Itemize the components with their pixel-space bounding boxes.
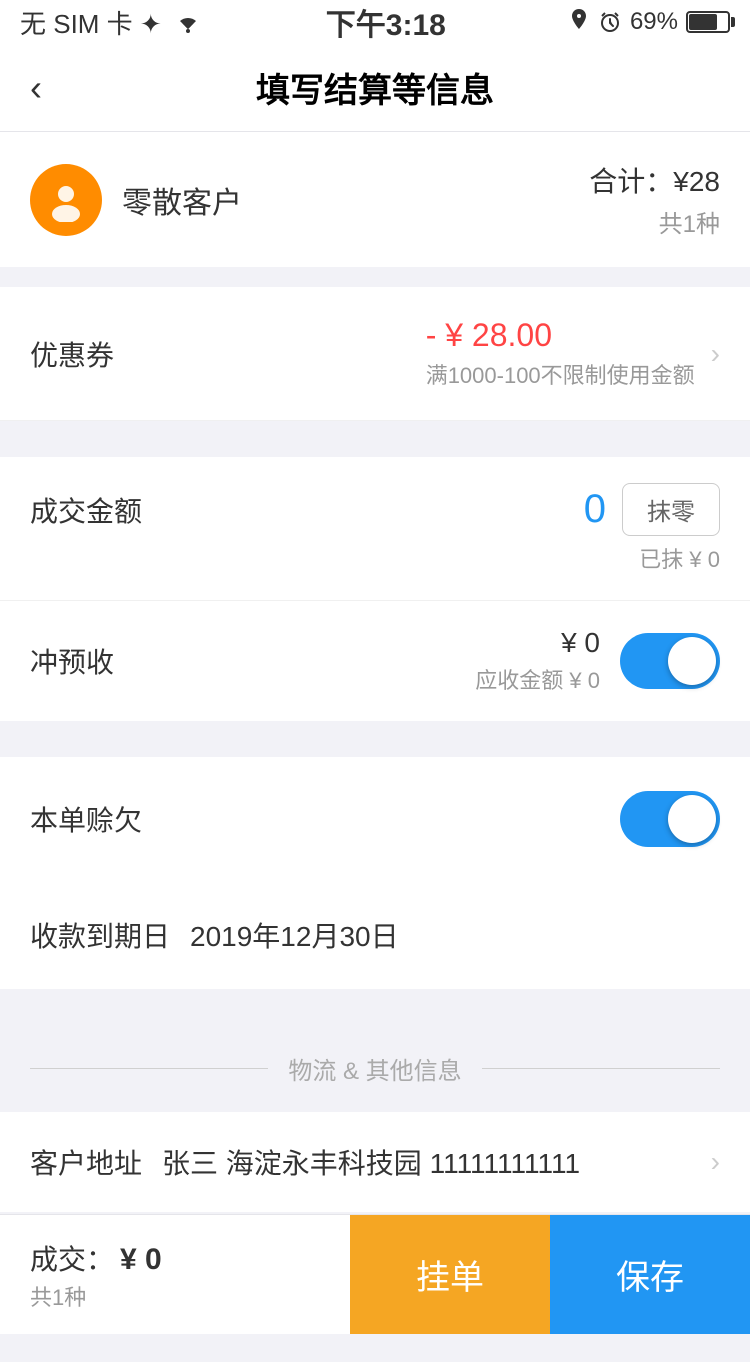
divider-2 xyxy=(0,741,750,757)
alarm-icon xyxy=(598,10,622,34)
customer-avatar xyxy=(30,164,102,236)
bottom-count: 共1种 xyxy=(30,1280,320,1312)
coupon-section: 优惠券 - ¥ 28.00 满1000-100不限制使用金额 › xyxy=(0,287,750,421)
amount-label: 成交金额 xyxy=(30,490,142,530)
date-row: 收款到期日 2019年12月30日 xyxy=(0,881,750,989)
bottom-deal-label: 成交： xyxy=(30,1238,114,1278)
battery-icon xyxy=(686,11,730,33)
credit-section: 本单赊欠 收款到期日 2019年12月30日 xyxy=(0,757,750,989)
bottom-deal-amount: ¥ 0 xyxy=(120,1243,162,1277)
credit-toggle-knob xyxy=(668,795,716,843)
transaction-section: 成交金额 0 抹零 已抹 ¥ 0 冲预收 ¥ 0 应收金额 ¥ 0 xyxy=(0,457,750,721)
coupon-desc: 满1000-100不限制使用金额 xyxy=(426,358,695,390)
hold-label: 挂单 xyxy=(416,1250,484,1299)
coupon-label: 优惠券 xyxy=(30,334,114,374)
customer-section: 零散客户 合计：¥28 共1种 xyxy=(0,132,750,267)
content: 零散客户 合计：¥28 共1种 优惠券 - ¥ 28.00 满1000-100不… xyxy=(0,132,750,1362)
battery-percent: 69% xyxy=(630,8,678,36)
bottom-summary: 成交： ¥ 0 共1种 xyxy=(0,1215,350,1334)
amount-right: 0 抹零 xyxy=(584,483,720,536)
address-row[interactable]: 客户地址 张三 海淀永丰科技园 11111111111 › xyxy=(0,1112,750,1212)
status-right: 69% xyxy=(568,8,730,36)
logistics-divider: 物流 & 其他信息 xyxy=(0,1025,750,1112)
status-time: 下午3:18 xyxy=(326,0,446,44)
customer-row: 零散客户 合计：¥28 共1种 xyxy=(0,132,750,267)
amount-row-top: 成交金额 0 抹零 xyxy=(30,483,720,536)
prepay-main-amount: ¥ 0 xyxy=(475,627,600,659)
status-left: 无 SIM 卡 ✦ xyxy=(20,4,204,41)
section-divider-text: 物流 & 其他信息 xyxy=(288,1051,461,1086)
divider-line-left xyxy=(30,1068,268,1069)
summary-total: 合计：¥28 xyxy=(589,160,720,200)
due-date-value: 2019年12月30日 xyxy=(190,915,399,955)
address-label: 客户地址 xyxy=(30,1142,142,1182)
save-label: 保存 xyxy=(616,1250,684,1299)
due-date-label: 收款到期日 xyxy=(30,915,170,955)
credit-toggle[interactable] xyxy=(620,791,720,847)
divider-line-right xyxy=(482,1068,720,1069)
customer-left: 零散客户 xyxy=(30,164,242,236)
prepay-label: 冲预收 xyxy=(30,641,114,681)
toggle-knob xyxy=(668,637,716,685)
prepay-right: ¥ 0 应收金额 ¥ 0 xyxy=(475,627,720,695)
chevron-right-icon: › xyxy=(711,338,720,370)
prepay-sub-amount: 应收金额 ¥ 0 xyxy=(475,663,600,695)
status-bar: 无 SIM 卡 ✦ 下午3:18 69% xyxy=(0,0,750,44)
bottom-bar: 成交： ¥ 0 共1种 挂单 保存 xyxy=(0,1214,750,1334)
back-button[interactable]: ‹ xyxy=(30,67,42,109)
location-icon xyxy=(568,9,590,35)
nav-bar: ‹ 填写结算等信息 xyxy=(0,44,750,132)
prepay-row: 冲预收 ¥ 0 应收金额 ¥ 0 xyxy=(0,601,750,721)
customer-summary: 合计：¥28 共1种 xyxy=(589,160,720,239)
wifi-icon xyxy=(172,11,204,33)
hold-button[interactable]: 挂单 xyxy=(350,1215,550,1334)
address-chevron-icon: › xyxy=(711,1146,720,1178)
amount-row: 成交金额 0 抹零 已抹 ¥ 0 xyxy=(0,457,750,601)
coupon-info: - ¥ 28.00 满1000-100不限制使用金额 xyxy=(426,317,695,390)
coupon-amount: - ¥ 28.00 xyxy=(426,317,695,354)
summary-count: 共1种 xyxy=(589,204,720,239)
divider-1 xyxy=(0,441,750,457)
customer-name: 零散客户 xyxy=(122,178,242,222)
divider-3 xyxy=(0,1009,750,1025)
page-title: 填写结算等信息 xyxy=(256,63,494,112)
coupon-row[interactable]: 优惠券 - ¥ 28.00 满1000-100不限制使用金额 › xyxy=(0,287,750,421)
prepay-amounts: ¥ 0 应收金额 ¥ 0 xyxy=(475,627,600,695)
person-icon xyxy=(44,178,88,222)
amount-sub: 已抹 ¥ 0 xyxy=(30,542,720,574)
prepay-toggle[interactable] xyxy=(620,633,720,689)
address-section: 客户地址 张三 海淀永丰科技园 11111111111 › xyxy=(0,1112,750,1212)
address-value: 张三 海淀永丰科技园 11111111111 xyxy=(162,1142,711,1182)
credit-row: 本单赊欠 xyxy=(0,757,750,881)
coupon-right: - ¥ 28.00 满1000-100不限制使用金额 › xyxy=(426,317,720,390)
round-button[interactable]: 抹零 xyxy=(622,483,720,536)
no-sim-label: 无 SIM 卡 ✦ xyxy=(20,4,162,41)
credit-label: 本单赊欠 xyxy=(30,799,142,839)
save-button[interactable]: 保存 xyxy=(550,1215,750,1334)
amount-value: 0 xyxy=(584,487,606,532)
prepay-row-top: 冲预收 ¥ 0 应收金额 ¥ 0 xyxy=(30,627,720,695)
bottom-deal-row: 成交： ¥ 0 xyxy=(30,1238,320,1278)
